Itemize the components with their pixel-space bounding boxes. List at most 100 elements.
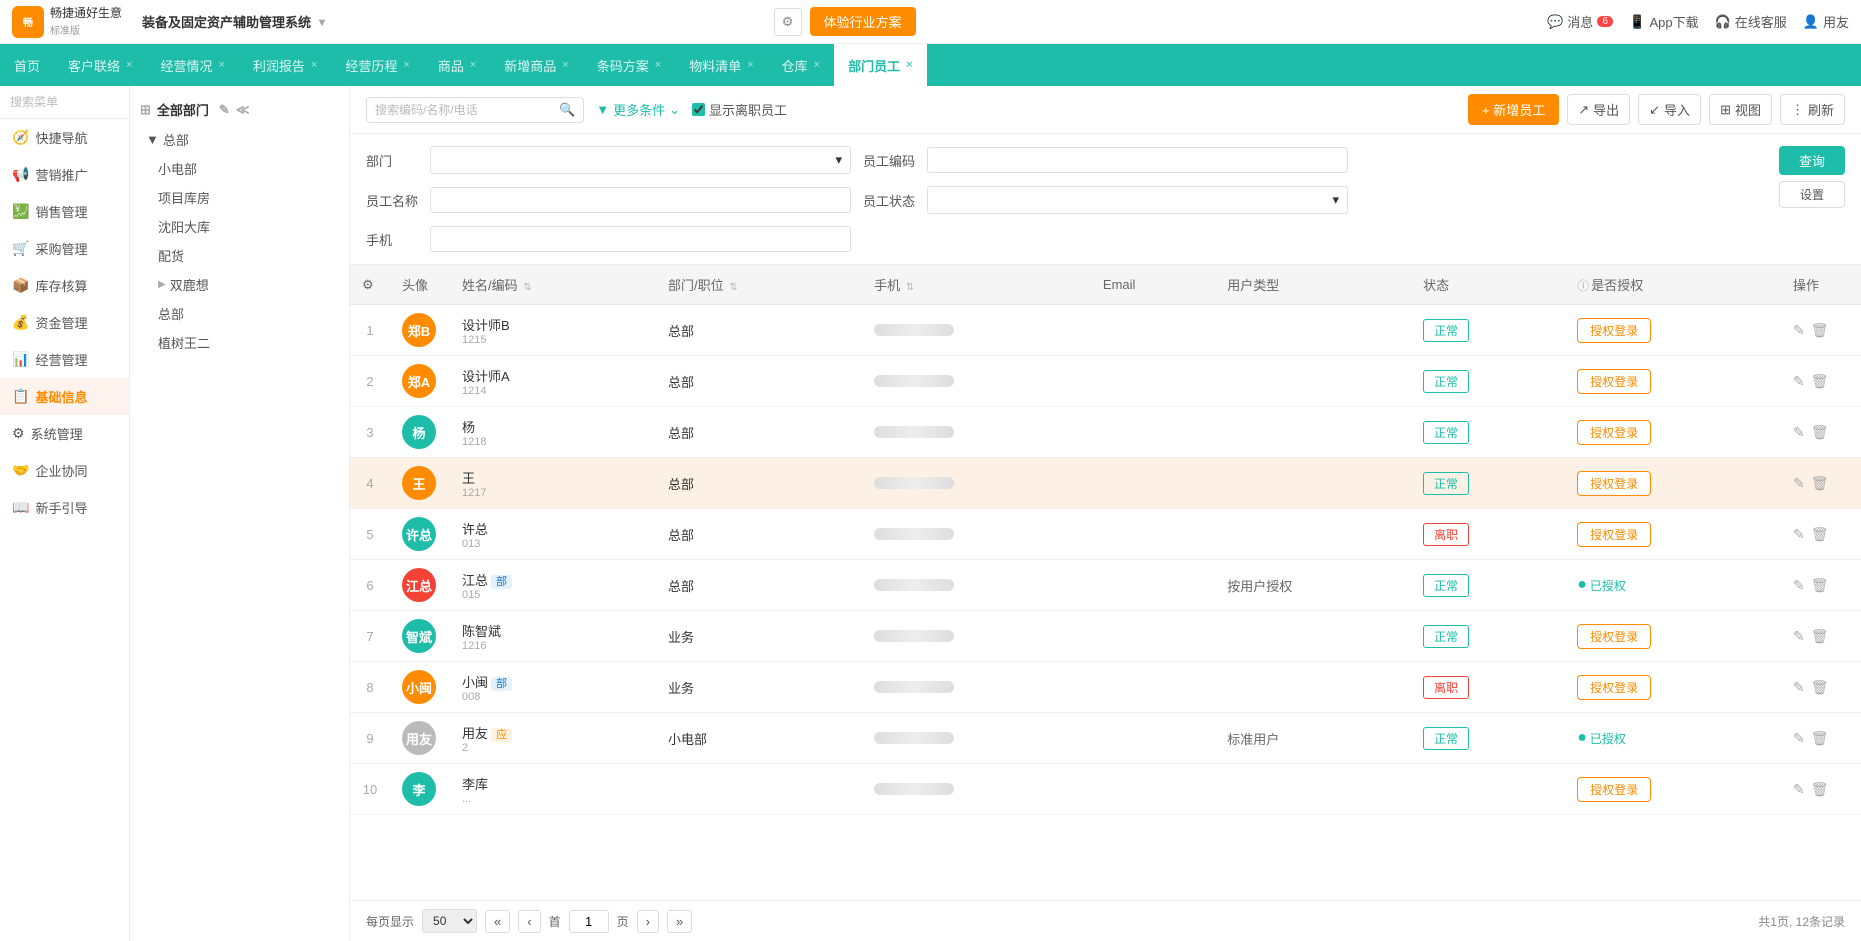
sidebar-item-shortcuts[interactable]: 🧭 快捷导航 <box>0 119 129 156</box>
authorize-login-button[interactable]: 授权登录 <box>1577 777 1651 802</box>
close-tab-icon[interactable]: × <box>655 59 661 71</box>
view-button[interactable]: ⊞ 视图 <box>1709 94 1772 125</box>
sidebar-item-marketing[interactable]: 📢 营销推广 <box>0 156 129 193</box>
tab-warehouse[interactable]: 仓库 × <box>768 44 834 86</box>
dept-node-headquarters-parent[interactable]: ▼ 总部 <box>130 125 349 154</box>
edit-icon[interactable]: ✎ <box>1793 475 1805 492</box>
filter-status-select[interactable]: ▾ <box>927 186 1348 214</box>
dropdown-arrow-icon[interactable]: ▾ <box>319 15 325 29</box>
close-tab-icon[interactable]: × <box>747 59 753 71</box>
edit-icon[interactable]: ✎ <box>1793 679 1805 696</box>
close-tab-icon[interactable]: × <box>470 59 476 71</box>
dept-edit-icon[interactable]: ✎ <box>219 102 230 118</box>
close-tab-icon[interactable]: × <box>562 59 568 71</box>
tab-operation[interactable]: 经营情况 × <box>146 44 238 86</box>
delete-icon[interactable]: 🗑 <box>1811 373 1829 390</box>
dept-node-shenyang[interactable]: 沈阳大库 <box>130 212 349 241</box>
page-size-select[interactable]: 50 20 100 <box>422 909 477 933</box>
authorize-login-button[interactable]: 授权登录 <box>1577 675 1651 700</box>
search-input[interactable] <box>375 103 555 117</box>
dept-node-electronics[interactable]: 小电部 <box>130 154 349 183</box>
edit-icon[interactable]: ✎ <box>1793 730 1805 747</box>
add-employee-button[interactable]: + 新增员工 <box>1468 94 1559 125</box>
filter-code-input[interactable] <box>927 147 1348 173</box>
dept-node-plant-king[interactable]: 植树王二 <box>130 328 349 357</box>
refresh-button[interactable]: ⋮ 刷新 <box>1780 94 1845 125</box>
delete-icon[interactable]: 🗑 <box>1811 628 1829 645</box>
col-phone[interactable]: 手机 ⇅ <box>862 265 1091 305</box>
dept-node-project-storage[interactable]: 项目库房 <box>130 183 349 212</box>
more-filter-button[interactable]: ▼ 更多条件 ⌄ <box>596 100 680 119</box>
online-service-button[interactable]: 🎧 在线客服 <box>1715 12 1787 31</box>
tab-product[interactable]: 商品 × <box>424 44 490 86</box>
tab-employees[interactable]: 部门员工 × <box>834 44 926 86</box>
col-name[interactable]: 姓名/编码 ⇅ <box>450 265 656 305</box>
delete-icon[interactable]: 🗑 <box>1811 475 1829 492</box>
close-tab-icon[interactable]: × <box>218 59 224 71</box>
tab-new-product[interactable]: 新增商品 × <box>490 44 582 86</box>
edit-icon[interactable]: ✎ <box>1793 781 1805 798</box>
sidebar-item-collab[interactable]: 🤝 企业协同 <box>0 452 129 489</box>
user-menu-button[interactable]: 👤 用友 <box>1803 12 1849 31</box>
authorize-login-button[interactable]: 授权登录 <box>1577 522 1651 547</box>
sidebar-item-system[interactable]: ⚙ 系统管理 <box>0 415 129 452</box>
sidebar-search-input[interactable] <box>10 95 130 109</box>
sidebar-item-purchase[interactable]: 🛒 采购管理 <box>0 230 129 267</box>
app-download-button[interactable]: 📱 App下载 <box>1629 12 1698 31</box>
close-tab-icon[interactable]: × <box>126 59 132 71</box>
col-dept[interactable]: 部门/职位 ⇅ <box>656 265 862 305</box>
sidebar-item-guide[interactable]: 📖 新手引导 <box>0 489 129 526</box>
tab-bom[interactable]: 物料清单 × <box>675 44 767 86</box>
settings-button[interactable]: ⚙ <box>774 8 802 36</box>
authorize-login-button[interactable]: 授权登录 <box>1577 624 1651 649</box>
import-button[interactable]: ↙ 导入 <box>1638 94 1701 125</box>
authorize-login-button[interactable]: 授权登录 <box>1577 318 1651 343</box>
close-tab-icon[interactable]: × <box>311 59 317 71</box>
delete-icon[interactable]: 🗑 <box>1811 781 1829 798</box>
first-page-button[interactable]: « <box>485 910 510 933</box>
edit-icon[interactable]: ✎ <box>1793 628 1805 645</box>
show-resign-checkbox-label[interactable]: 显示离职员工 <box>692 100 787 119</box>
dept-collapse-icon[interactable]: ≪ <box>236 102 250 118</box>
tab-customer[interactable]: 客户联络 × <box>54 44 146 86</box>
tab-profit[interactable]: 利润报告 × <box>239 44 331 86</box>
filter-dept-select[interactable]: ▾ <box>430 146 851 174</box>
message-button[interactable]: 💬 消息 6 <box>1547 12 1613 31</box>
authorize-login-button[interactable]: 授权登录 <box>1577 471 1651 496</box>
dept-node-distribution[interactable]: 配货 <box>130 241 349 270</box>
last-page-button[interactable]: » <box>667 910 692 933</box>
show-resign-checkbox[interactable] <box>692 103 705 116</box>
delete-icon[interactable]: 🗑 <box>1811 322 1829 339</box>
delete-icon[interactable]: 🗑 <box>1811 730 1829 747</box>
col-settings[interactable]: ⚙ <box>350 265 390 305</box>
close-tab-icon[interactable]: × <box>403 59 409 71</box>
edit-icon[interactable]: ✎ <box>1793 424 1805 441</box>
query-button[interactable]: 查询 <box>1779 146 1845 175</box>
prev-page-button[interactable]: ‹ <box>518 910 540 933</box>
tab-home[interactable]: 首页 <box>0 44 54 86</box>
tab-history[interactable]: 经营历程 × <box>331 44 423 86</box>
sidebar-item-finance[interactable]: 💰 资金管理 <box>0 304 129 341</box>
sidebar-item-sales[interactable]: 💹 销售管理 <box>0 193 129 230</box>
sidebar-item-business[interactable]: 📊 经营管理 <box>0 341 129 378</box>
sidebar-item-inventory[interactable]: 📦 库存核算 <box>0 267 129 304</box>
next-page-button[interactable]: › <box>637 910 659 933</box>
sidebar-item-base[interactable]: 📋 基础信息 <box>0 378 129 415</box>
delete-icon[interactable]: 🗑 <box>1811 424 1829 441</box>
edit-icon[interactable]: ✎ <box>1793 373 1805 390</box>
set-button[interactable]: 设置 <box>1779 181 1845 208</box>
delete-icon[interactable]: 🗑 <box>1811 577 1829 594</box>
edit-icon[interactable]: ✎ <box>1793 322 1805 339</box>
trial-button[interactable]: 体验行业方案 <box>810 7 916 36</box>
delete-icon[interactable]: 🗑 <box>1811 526 1829 543</box>
filter-name-input[interactable] <box>430 187 851 213</box>
filter-phone-input[interactable] <box>430 226 851 252</box>
delete-icon[interactable]: 🗑 <box>1811 679 1829 696</box>
close-tab-icon[interactable]: × <box>814 59 820 71</box>
dept-node-shuanglu[interactable]: ▶ 双鹿想 <box>130 270 349 299</box>
close-tab-icon[interactable]: × <box>906 59 912 71</box>
edit-icon[interactable]: ✎ <box>1793 577 1805 594</box>
authorize-login-button[interactable]: 授权登录 <box>1577 420 1651 445</box>
page-number-input[interactable] <box>569 910 609 933</box>
dept-node-headquarters[interactable]: 总部 <box>130 299 349 328</box>
